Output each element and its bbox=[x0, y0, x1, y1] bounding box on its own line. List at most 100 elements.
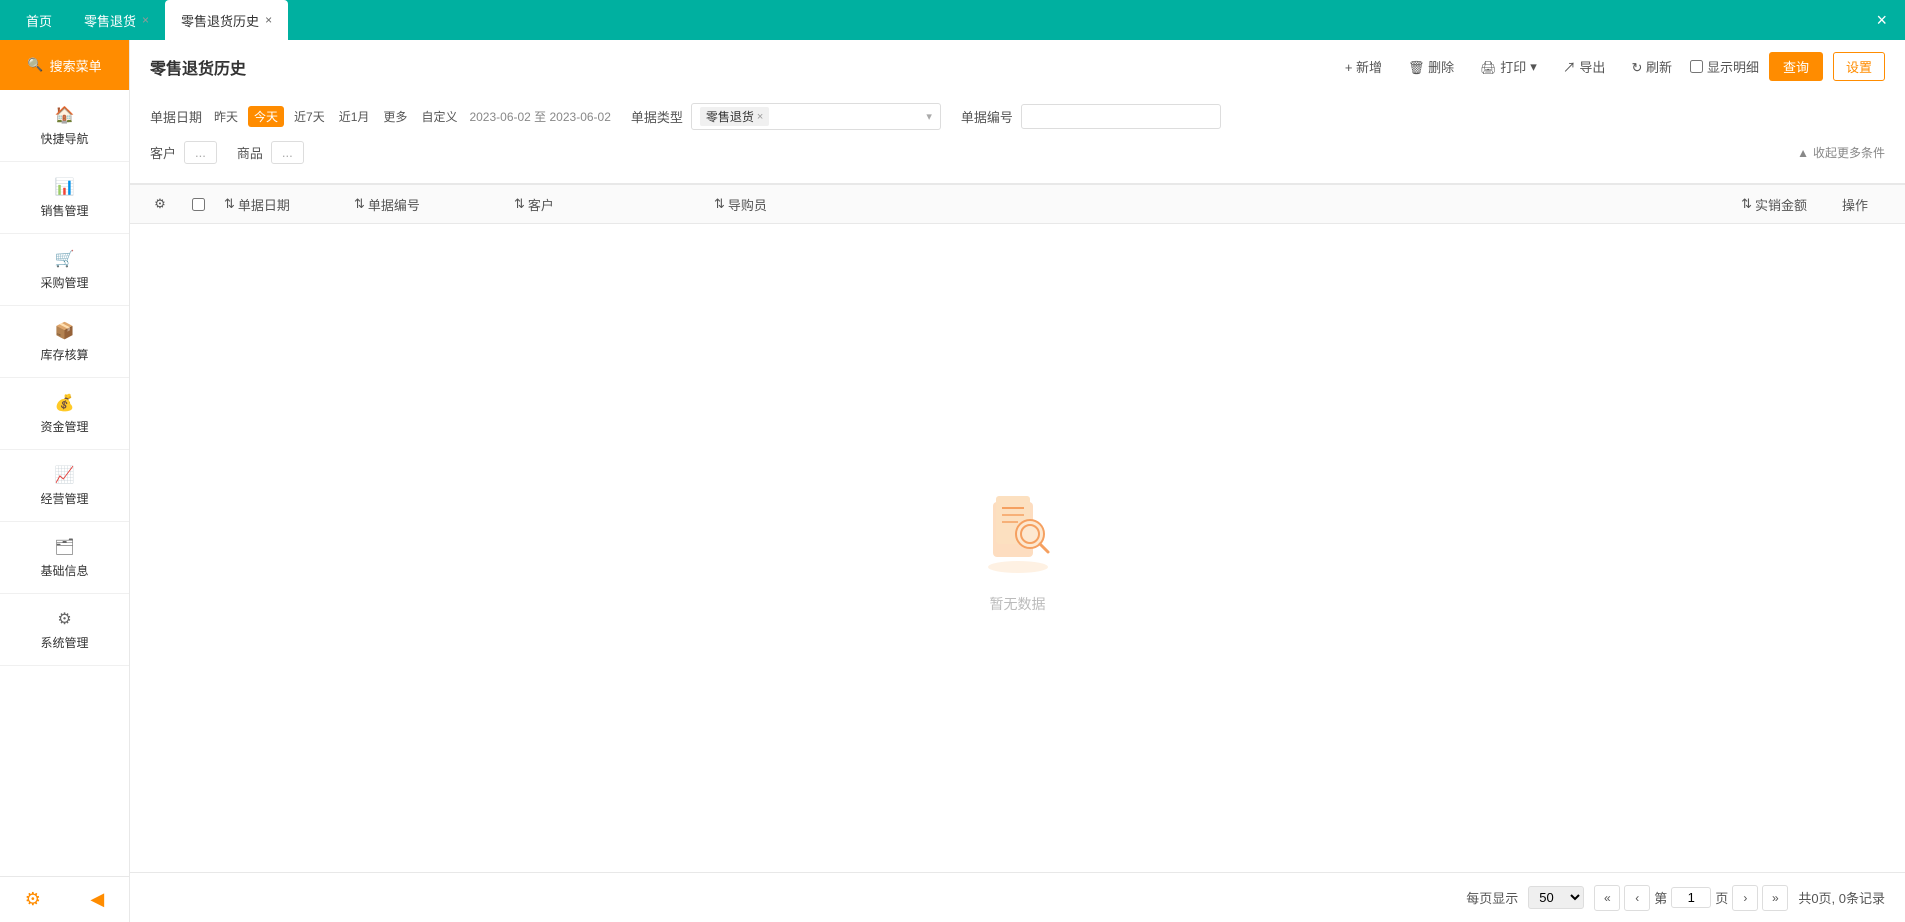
date-shortcut-more[interactable]: 更多 bbox=[379, 106, 411, 127]
page-header: 零售退货历史 + 新增 🗑 删除 🖨 打印 ▾ ↗ 导出 bbox=[130, 40, 1905, 184]
settings-bottom-icon[interactable]: ⚙ bbox=[25, 889, 41, 910]
sidebar-item-inventory[interactable]: 📦 库存核算 bbox=[0, 306, 129, 378]
customer-filter-label: 客户 bbox=[150, 143, 176, 162]
sidebar-bottom: ⚙ ◀ bbox=[0, 876, 129, 922]
top-bar: 首页 零售退货 × 零售退货历史 × × bbox=[0, 0, 1905, 40]
order-no-input[interactable] bbox=[1021, 104, 1221, 129]
sidebar: 🔍 搜索菜单 🏠 快捷导航 📊 销售管理 🛒 采购管理 📦 库存核算 💰 资金管… bbox=[0, 40, 130, 922]
sidebar-item-system[interactable]: ⚙ 系统管理 bbox=[0, 594, 129, 666]
th-order-label: 单据编号 bbox=[368, 195, 420, 214]
th-settings[interactable]: ⚙ bbox=[140, 196, 180, 212]
filter-area: 单据日期 昨天 今天 近7天 近1月 更多 自定义 2023-06-02 至 2… bbox=[150, 93, 1885, 183]
sort-customer-icon: ⇅ bbox=[514, 196, 525, 212]
order-no-filter: 单据编号 bbox=[961, 104, 1221, 129]
export-button[interactable]: ↗ 导出 bbox=[1555, 53, 1614, 80]
print-button-label: 🖨 打印 bbox=[1480, 57, 1526, 76]
th-check[interactable] bbox=[180, 198, 216, 211]
delete-button[interactable]: 🗑 删除 bbox=[1400, 53, 1462, 80]
th-date-label: 单据日期 bbox=[238, 195, 290, 214]
page-title: 零售退货历史 bbox=[150, 55, 246, 79]
sidebar-item-system-label: 系统管理 bbox=[40, 634, 88, 651]
search-icon: 🔍 bbox=[27, 57, 43, 73]
setting-button-label: 设置 bbox=[1846, 57, 1872, 76]
type-tag-retail-return: 零售退货 × bbox=[700, 107, 769, 126]
first-page-button[interactable]: « bbox=[1594, 885, 1620, 911]
collapse-label: 收起更多条件 bbox=[1813, 144, 1885, 161]
toolbar: + 新增 🗑 删除 🖨 打印 ▾ ↗ 导出 ↻ 刷新 bbox=[1337, 52, 1885, 81]
next-page-button[interactable]: › bbox=[1732, 885, 1758, 911]
empty-illustration bbox=[968, 482, 1068, 582]
tab-retail-return[interactable]: 零售退货 × bbox=[68, 0, 165, 40]
print-arrow-icon: ▾ bbox=[1530, 59, 1537, 75]
content-area: 零售退货历史 + 新增 🗑 删除 🖨 打印 ▾ ↗ 导出 bbox=[130, 40, 1905, 922]
show-detail-checkbox-label[interactable]: 显示明细 bbox=[1690, 57, 1759, 76]
sidebar-item-basic-info[interactable]: 🗂 基础信息 bbox=[0, 522, 129, 594]
collapse-filter-button[interactable]: ▲ 收起更多条件 bbox=[1797, 138, 1885, 167]
sort-order-icon: ⇅ bbox=[354, 196, 365, 212]
th-amount[interactable]: ⇅ 实销金额 bbox=[1685, 195, 1815, 214]
sidebar-item-operations[interactable]: 📈 经营管理 bbox=[0, 450, 129, 522]
close-window-button[interactable]: × bbox=[1868, 10, 1895, 31]
page-title-bar: 零售退货历史 + 新增 🗑 删除 🖨 打印 ▾ ↗ 导出 bbox=[150, 52, 1885, 81]
sidebar-item-sales[interactable]: 📊 销售管理 bbox=[0, 162, 129, 234]
tab-retail-return-history-close[interactable]: × bbox=[265, 13, 272, 27]
date-range-display: 2023-06-02 至 2023-06-02 bbox=[469, 108, 610, 125]
date-shortcut-7days[interactable]: 近7天 bbox=[290, 106, 329, 127]
type-select[interactable]: 零售退货 × ▾ bbox=[691, 103, 941, 130]
date-filter: 单据日期 昨天 今天 近7天 近1月 更多 自定义 2023-06-02 至 2… bbox=[150, 106, 611, 127]
sort-guide-icon: ⇅ bbox=[714, 196, 725, 212]
refresh-button[interactable]: ↻ 刷新 bbox=[1623, 53, 1680, 80]
new-button[interactable]: + 新增 bbox=[1337, 53, 1390, 80]
top-bar-right: × bbox=[1868, 10, 1895, 31]
type-tag-close[interactable]: × bbox=[757, 111, 763, 123]
date-shortcut-yesterday[interactable]: 昨天 bbox=[210, 106, 242, 127]
th-date[interactable]: ⇅ 单据日期 bbox=[216, 195, 346, 214]
sidebar-item-finance[interactable]: 💰 资金管理 bbox=[0, 378, 129, 450]
per-page-select[interactable]: 10 20 50 100 bbox=[1528, 886, 1584, 909]
sidebar-item-quick-nav[interactable]: 🏠 快捷导航 bbox=[0, 90, 129, 162]
type-tag-label: 零售退货 bbox=[706, 108, 754, 125]
prev-page-button[interactable]: ‹ bbox=[1624, 885, 1650, 911]
th-customer[interactable]: ⇅ 客户 bbox=[506, 195, 706, 214]
th-guide[interactable]: ⇅ 导购员 bbox=[706, 195, 866, 214]
sidebar-item-purchase[interactable]: 🛒 采购管理 bbox=[0, 234, 129, 306]
sidebar-item-purchase-label: 采购管理 bbox=[40, 274, 88, 291]
last-page-button[interactable]: » bbox=[1762, 885, 1788, 911]
empty-text: 暂无数据 bbox=[990, 594, 1046, 614]
print-button[interactable]: 🖨 打印 ▾ bbox=[1472, 53, 1545, 80]
first-page-icon: « bbox=[1604, 891, 1611, 905]
goods-select-button[interactable]: ... bbox=[271, 141, 304, 164]
sidebar-item-operations-label: 经营管理 bbox=[40, 490, 88, 507]
th-guide-label: 导购员 bbox=[728, 195, 767, 214]
date-shortcut-custom[interactable]: 自定义 bbox=[417, 106, 461, 127]
select-all-checkbox[interactable] bbox=[192, 198, 205, 211]
date-filter-label: 单据日期 bbox=[150, 107, 202, 126]
query-button[interactable]: 查询 bbox=[1769, 52, 1823, 81]
customer-filter: 客户 ... bbox=[150, 141, 217, 164]
sidebar-item-quick-nav-label: 快捷导航 bbox=[40, 130, 88, 147]
date-shortcut-1month[interactable]: 近1月 bbox=[335, 106, 374, 127]
table-wrapper: ⚙ ⇅ 单据日期 ⇅ 单据编号 ⇅ 客户 ⇅ bbox=[130, 184, 1905, 872]
date-shortcut-today[interactable]: 今天 bbox=[248, 106, 284, 127]
jump-label: 第 bbox=[1654, 888, 1667, 907]
tab-home[interactable]: 首页 bbox=[10, 0, 68, 40]
page-nav: « ‹ 第 页 › » bbox=[1594, 885, 1788, 911]
tab-retail-return-history[interactable]: 零售退货历史 × bbox=[165, 0, 288, 40]
customer-select-button[interactable]: ... bbox=[184, 141, 217, 164]
type-filter: 单据类型 零售退货 × ▾ bbox=[631, 103, 941, 130]
collapse-sidebar-icon[interactable]: ◀ bbox=[90, 889, 104, 910]
goods-filter: 商品 ... bbox=[237, 141, 304, 164]
tab-retail-return-history-label: 零售退货历史 bbox=[181, 11, 259, 30]
page-unit: 页 bbox=[1715, 888, 1728, 907]
sidebar-search[interactable]: 🔍 搜索菜单 bbox=[0, 40, 129, 90]
pagination: 每页显示 10 20 50 100 « ‹ 第 页 › bbox=[130, 872, 1905, 922]
inventory-icon: 📦 bbox=[54, 320, 76, 342]
setting-button[interactable]: 设置 bbox=[1833, 52, 1885, 81]
last-page-icon: » bbox=[1772, 891, 1779, 905]
tab-retail-return-close[interactable]: × bbox=[142, 13, 149, 27]
page-number-input[interactable] bbox=[1671, 887, 1711, 908]
order-no-label: 单据编号 bbox=[961, 107, 1013, 126]
th-order[interactable]: ⇅ 单据编号 bbox=[346, 195, 506, 214]
sales-icon: 📊 bbox=[54, 176, 76, 198]
show-detail-checkbox[interactable] bbox=[1690, 60, 1703, 73]
